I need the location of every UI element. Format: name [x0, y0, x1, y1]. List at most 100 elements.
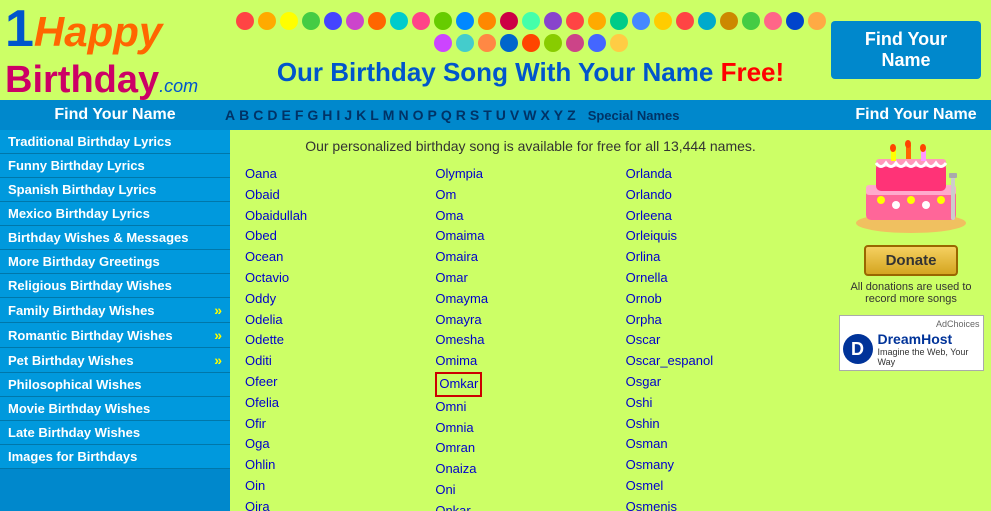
- name-link[interactable]: Omar: [435, 268, 625, 289]
- name-link[interactable]: Obed: [245, 226, 435, 247]
- name-link[interactable]: Oscar_espanol: [626, 351, 816, 372]
- name-link[interactable]: Orlanda: [626, 164, 816, 185]
- name-link[interactable]: Onaiza: [435, 459, 625, 480]
- name-link[interactable]: Omaima: [435, 226, 625, 247]
- name-link[interactable]: Osmel: [626, 476, 816, 497]
- name-link[interactable]: Ohlin: [245, 455, 435, 476]
- name-link[interactable]: Osmany: [626, 455, 816, 476]
- sidebar-item[interactable]: Family Birthday Wishes»: [0, 298, 230, 323]
- alpha-link-g[interactable]: G: [307, 107, 318, 123]
- sidebar-item[interactable]: Images for Birthdays: [0, 445, 230, 469]
- sidebar-item[interactable]: Traditional Birthday Lyrics: [0, 130, 230, 154]
- name-link[interactable]: Oshin: [626, 414, 816, 435]
- alpha-link-j[interactable]: J: [344, 107, 352, 123]
- donate-button[interactable]: Donate: [864, 245, 959, 276]
- alpha-link-b[interactable]: B: [239, 107, 249, 123]
- sidebar-item[interactable]: Spanish Birthday Lyrics: [0, 178, 230, 202]
- sidebar-item-label: Family Birthday Wishes: [8, 303, 155, 318]
- alpha-link-n[interactable]: N: [398, 107, 408, 123]
- ad-box[interactable]: AdChoices D DreamHost Imagine the Web, Y…: [839, 315, 984, 371]
- name-link[interactable]: Ofir: [245, 414, 435, 435]
- name-link[interactable]: Orleiquis: [626, 226, 816, 247]
- alpha-link-o[interactable]: O: [413, 107, 424, 123]
- find-name-right[interactable]: Find Your Name: [831, 21, 981, 79]
- alpha-link-c[interactable]: C: [253, 107, 263, 123]
- name-link[interactable]: Octavio: [245, 268, 435, 289]
- name-link[interactable]: Oira: [245, 497, 435, 511]
- name-link[interactable]: Osmenis: [626, 497, 816, 511]
- name-link[interactable]: Olympia: [435, 164, 625, 185]
- alpha-link-y[interactable]: Y: [554, 107, 563, 123]
- alpha-link-z[interactable]: Z: [567, 107, 576, 123]
- name-link[interactable]: Oga: [245, 434, 435, 455]
- name-link[interactable]: Onkar: [435, 501, 625, 511]
- sidebar-item[interactable]: Romantic Birthday Wishes»: [0, 323, 230, 348]
- name-link[interactable]: Oni: [435, 480, 625, 501]
- name-link[interactable]: Om: [435, 185, 625, 206]
- alpha-link-w[interactable]: W: [523, 107, 536, 123]
- alpha-link-a[interactable]: A: [225, 107, 235, 123]
- name-link[interactable]: Ornob: [626, 289, 816, 310]
- name-link[interactable]: Omima: [435, 351, 625, 372]
- name-link[interactable]: Obaidullah: [245, 206, 435, 227]
- sidebar-item[interactable]: Funny Birthday Lyrics: [0, 154, 230, 178]
- alpha-link-t[interactable]: T: [483, 107, 492, 123]
- sidebar-item[interactable]: Religious Birthday Wishes: [0, 274, 230, 298]
- name-link[interactable]: Omran: [435, 438, 625, 459]
- find-name-right-nav[interactable]: Find Your Name: [846, 106, 986, 124]
- sidebar-item[interactable]: Philosophical Wishes: [0, 373, 230, 397]
- name-link[interactable]: Odelia: [245, 310, 435, 331]
- sidebar-item-label: More Birthday Greetings: [8, 254, 160, 269]
- name-link[interactable]: Omni: [435, 397, 625, 418]
- alpha-link-r[interactable]: R: [456, 107, 466, 123]
- name-link[interactable]: Osgar: [626, 372, 816, 393]
- name-link[interactable]: Odette: [245, 330, 435, 351]
- name-link[interactable]: Oma: [435, 206, 625, 227]
- name-link[interactable]: Oscar: [626, 330, 816, 351]
- sidebar-item[interactable]: Birthday Wishes & Messages: [0, 226, 230, 250]
- name-link[interactable]: Omnia: [435, 418, 625, 439]
- sidebar-item[interactable]: Pet Birthday Wishes»: [0, 348, 230, 373]
- sidebar-item[interactable]: More Birthday Greetings: [0, 250, 230, 274]
- alpha-link-h[interactable]: H: [322, 107, 332, 123]
- find-name-left[interactable]: Find Your Name: [5, 106, 225, 124]
- sidebar-item[interactable]: Mexico Birthday Lyrics: [0, 202, 230, 226]
- name-link[interactable]: Ofeer: [245, 372, 435, 393]
- name-link[interactable]: Omaira: [435, 247, 625, 268]
- alpha-link-e[interactable]: E: [282, 107, 291, 123]
- alpha-link-m[interactable]: M: [383, 107, 395, 123]
- alpha-link-q[interactable]: Q: [441, 107, 452, 123]
- alpha-link-l[interactable]: L: [370, 107, 379, 123]
- name-link[interactable]: Oddy: [245, 289, 435, 310]
- name-link[interactable]: Ocean: [245, 247, 435, 268]
- name-link[interactable]: Oana: [245, 164, 435, 185]
- name-link[interactable]: Ornella: [626, 268, 816, 289]
- name-link[interactable]: Omkar: [435, 372, 625, 397]
- name-link[interactable]: Osman: [626, 434, 816, 455]
- name-link[interactable]: Omayma: [435, 289, 625, 310]
- sidebar-item[interactable]: Movie Birthday Wishes: [0, 397, 230, 421]
- alpha-link-i[interactable]: I: [336, 107, 340, 123]
- alpha-link-k[interactable]: K: [356, 107, 366, 123]
- name-link[interactable]: Omayra: [435, 310, 625, 331]
- name-link[interactable]: Obaid: [245, 185, 435, 206]
- alpha-link-u[interactable]: U: [496, 107, 506, 123]
- special-names-link[interactable]: Special Names: [588, 108, 680, 123]
- name-link[interactable]: Oditi: [245, 351, 435, 372]
- sidebar-item[interactable]: Late Birthday Wishes: [0, 421, 230, 445]
- alpha-link-d[interactable]: D: [267, 107, 277, 123]
- name-link[interactable]: Oshi: [626, 393, 816, 414]
- name-link[interactable]: Ofelia: [245, 393, 435, 414]
- name-link[interactable]: Orpha: [626, 310, 816, 331]
- logo[interactable]: 1Happy Birthday.com: [5, 0, 198, 102]
- alpha-link-v[interactable]: V: [510, 107, 519, 123]
- name-link[interactable]: Orleena: [626, 206, 816, 227]
- alpha-link-p[interactable]: P: [427, 107, 436, 123]
- alpha-link-x[interactable]: X: [540, 107, 549, 123]
- name-link[interactable]: Omesha: [435, 330, 625, 351]
- name-link[interactable]: Orlando: [626, 185, 816, 206]
- alpha-link-s[interactable]: S: [470, 107, 479, 123]
- name-link[interactable]: Orlina: [626, 247, 816, 268]
- name-link[interactable]: Oin: [245, 476, 435, 497]
- alpha-link-f[interactable]: F: [295, 107, 304, 123]
